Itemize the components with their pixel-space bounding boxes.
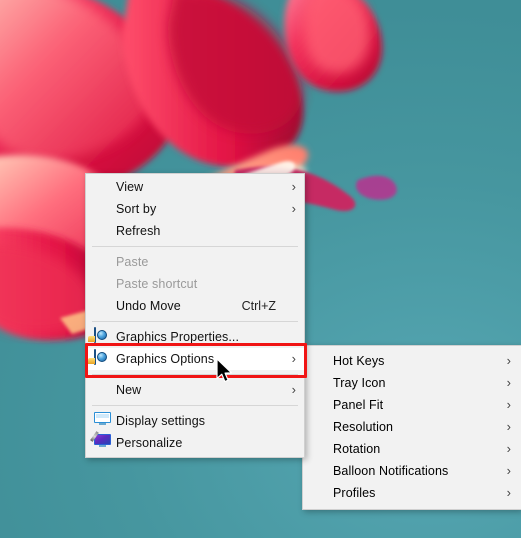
menu-item-paste: Paste xyxy=(86,251,304,273)
menu-separator xyxy=(92,374,298,375)
menu-item-undo-move-label: Undo Move xyxy=(116,299,181,313)
menu-item-sort-by-label: Sort by xyxy=(116,202,157,216)
menu-item-display-settings-label: Display settings xyxy=(116,414,206,428)
graphics-chip-icon xyxy=(94,349,112,368)
monitor-brush-icon xyxy=(90,431,112,452)
submenu-item-hot-keys[interactable]: Hot Keys › xyxy=(303,350,521,372)
menu-item-graphics-options-label: Graphics Options xyxy=(116,352,215,366)
chevron-right-icon: › xyxy=(291,201,296,216)
menu-item-undo-move-accelerator: Ctrl+Z xyxy=(241,299,276,313)
submenu-item-rotation[interactable]: Rotation › xyxy=(303,438,521,460)
icon-placeholder xyxy=(94,253,112,271)
graphics-options-submenu[interactable]: Hot Keys › Tray Icon › Panel Fit › Resolution ›… xyxy=(302,345,521,510)
menu-item-paste-shortcut: Paste shortcut xyxy=(86,273,304,295)
submenu-item-tray-icon-label: Tray Icon xyxy=(333,376,386,390)
submenu-item-rotation-label: Rotation xyxy=(333,442,381,456)
chevron-right-icon: › xyxy=(506,463,511,478)
graphics-chip-icon xyxy=(94,327,112,346)
menu-item-paste-label: Paste xyxy=(116,255,149,269)
icon-placeholder xyxy=(94,200,112,218)
menu-item-graphics-options[interactable]: Graphics Options › xyxy=(86,348,304,370)
submenu-item-hot-keys-label: Hot Keys xyxy=(333,354,385,368)
desktop: View › Sort by › Refresh Paste Paste shortcut U… xyxy=(0,0,521,538)
menu-separator xyxy=(92,405,298,406)
chevron-right-icon: › xyxy=(506,419,511,434)
icon-placeholder xyxy=(94,222,112,240)
monitor-icon xyxy=(94,412,112,430)
menu-item-personalize[interactable]: Personalize xyxy=(86,431,304,454)
menu-item-view[interactable]: View › xyxy=(86,176,304,198)
menu-item-undo-move[interactable]: Undo Move Ctrl+Z xyxy=(86,295,304,317)
desktop-context-menu[interactable]: View › Sort by › Refresh Paste Paste shortcut U… xyxy=(85,173,305,458)
submenu-item-balloon-notifications-label: Balloon Notifications xyxy=(333,464,449,478)
icon-placeholder xyxy=(94,297,112,315)
icon-placeholder xyxy=(94,381,112,399)
submenu-item-balloon-notifications[interactable]: Balloon Notifications › xyxy=(303,460,521,482)
menu-item-graphics-properties[interactable]: Graphics Properties... xyxy=(86,326,304,348)
chevron-right-icon: › xyxy=(506,485,511,500)
icon-placeholder xyxy=(94,275,112,293)
submenu-item-tray-icon[interactable]: Tray Icon › xyxy=(303,372,521,394)
submenu-item-panel-fit[interactable]: Panel Fit › xyxy=(303,394,521,416)
chevron-right-icon: › xyxy=(291,179,296,194)
chevron-right-icon: › xyxy=(506,353,511,368)
menu-item-graphics-properties-label: Graphics Properties... xyxy=(116,330,240,344)
submenu-item-profiles[interactable]: Profiles › xyxy=(303,482,521,504)
submenu-item-panel-fit-label: Panel Fit xyxy=(333,398,384,412)
chevron-right-icon: › xyxy=(506,441,511,456)
menu-separator xyxy=(92,321,298,322)
chevron-right-icon: › xyxy=(291,351,296,366)
menu-item-refresh[interactable]: Refresh xyxy=(86,220,304,242)
menu-item-view-label: View xyxy=(116,180,144,194)
icon-placeholder xyxy=(94,178,112,196)
chevron-right-icon: › xyxy=(291,382,296,397)
menu-item-personalize-label: Personalize xyxy=(116,436,183,450)
submenu-item-resolution-label: Resolution xyxy=(333,420,394,434)
menu-item-sort-by[interactable]: Sort by › xyxy=(86,198,304,220)
menu-item-display-settings[interactable]: Display settings xyxy=(86,410,304,432)
menu-separator xyxy=(92,246,298,247)
submenu-item-profiles-label: Profiles xyxy=(333,486,376,500)
menu-item-new[interactable]: New › xyxy=(86,379,304,401)
menu-item-new-label: New xyxy=(116,383,142,397)
menu-item-paste-shortcut-label: Paste shortcut xyxy=(116,277,198,291)
chevron-right-icon: › xyxy=(506,397,511,412)
chevron-right-icon: › xyxy=(506,375,511,390)
menu-item-refresh-label: Refresh xyxy=(116,224,161,238)
submenu-item-resolution[interactable]: Resolution › xyxy=(303,416,521,438)
